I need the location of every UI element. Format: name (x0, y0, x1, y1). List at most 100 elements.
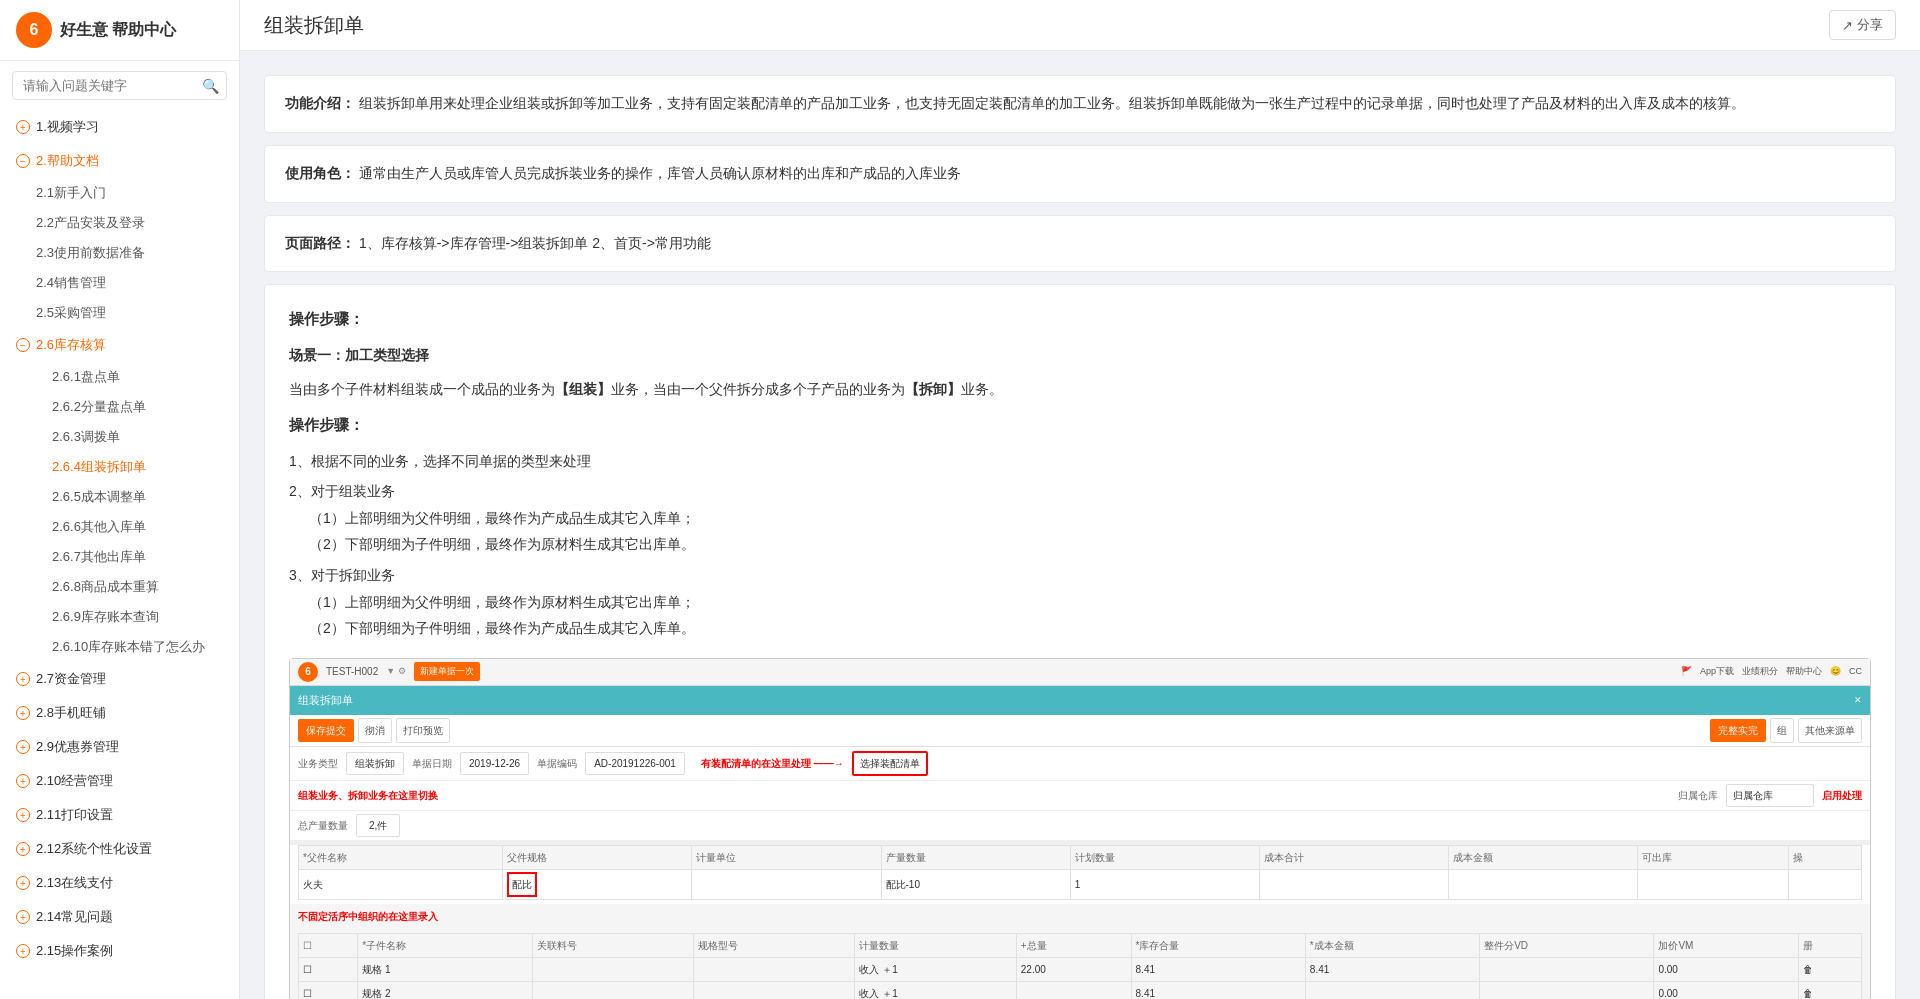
cell-r1-check: ☐ (299, 957, 358, 981)
sidebar-item-ops[interactable]: + 2.10经营管理 (0, 764, 239, 798)
sidebar-item-split[interactable]: 2.6.2分量盘点单 (0, 392, 239, 422)
search-box[interactable]: 🔍 (12, 71, 227, 100)
col-child-split: 整件分VD (1480, 933, 1654, 957)
step1: 1、根据不同的业务，选择不同单据的类型来处理 (289, 448, 1871, 475)
cell-r1-name: 规格 1 (358, 957, 532, 981)
sidebar-item-sales[interactable]: 2.4销售管理 (0, 268, 239, 298)
sidebar-item-otherout[interactable]: 2.6.7其他出库单 (0, 542, 239, 572)
table-row: ☐ 规格 2 收入 ＋1 8.41 0.00 🗑 (299, 981, 1862, 999)
screenshot-date-value: 2019-12-26 (460, 752, 529, 775)
collapse-icon: − (16, 154, 30, 168)
screenshot-annotation3: 组装业务、拆卸业务在这里切换 (298, 786, 438, 805)
expand-icon: + (16, 120, 30, 134)
page-title: 组装拆卸单 (264, 12, 364, 39)
sidebar-item-coupon[interactable]: + 2.9优惠券管理 (0, 730, 239, 764)
screenshot-type-value: 组装拆卸 (346, 752, 404, 775)
col-parent-plan: 计划数量 (1070, 845, 1259, 869)
screenshot-warehouse-value: 归属仓库 (1726, 784, 1814, 807)
sidebar-item-custom[interactable]: + 2.12系统个性化设置 (0, 832, 239, 866)
sidebar-item-print[interactable]: + 2.11打印设置 (0, 798, 239, 832)
cell-r2-stock: 8.41 (1131, 981, 1305, 999)
expand-icon-print: + (16, 808, 30, 822)
cell-parent-available (1638, 869, 1789, 899)
screenshot-titlebar: 组装拆卸单 ✕ (290, 686, 1870, 715)
cell-parent-qty: 配比-10 (881, 869, 1070, 899)
col-parent-spec: 父件规格 (503, 845, 692, 869)
search-input[interactable] (12, 71, 227, 100)
screenshot-annotation1: 有装配清单的在这里处理 ——→ (701, 754, 844, 773)
screenshot-annotation4: 启用处理 (1822, 786, 1862, 805)
sidebar-item-adjust[interactable]: 2.6.3调拨单 (0, 422, 239, 452)
col-child-spec: 规格型号 (693, 933, 854, 957)
screenshot-annotation5: 不固定活序中组织的在这里录入 (298, 904, 1862, 929)
sidebar-item-otherin[interactable]: 2.6.6其他入库单 (0, 512, 239, 542)
screenshot-actions: 保存提交 彻消 打印预览 完整实完 组 其他来源单 (290, 715, 1870, 747)
screenshot-newbtn: 新建单据一次 (414, 662, 480, 681)
cell-parent-unit (692, 869, 881, 899)
sidebar-item-docs[interactable]: − 2.帮助文档 (0, 144, 239, 178)
expand-icon-coupon: + (16, 740, 30, 754)
col-parent-cost-total: 成本合计 (1259, 845, 1448, 869)
sidebar-item-finance[interactable]: + 2.7资金管理 (0, 662, 239, 696)
collapse-icon-inventory: − (16, 338, 30, 352)
sidebar-item-video[interactable]: + 1.视频学习 (0, 110, 239, 144)
cell-r1-stock: 8.41 (1131, 957, 1305, 981)
sidebar-item-costrecalc[interactable]: 2.6.8商品成本重算 (0, 572, 239, 602)
screenshot-qty-row: 总产量数量 2,件 (290, 811, 1870, 841)
sidebar-item-payment[interactable]: + 2.13在线支付 (0, 866, 239, 900)
search-icon[interactable]: 🔍 (202, 78, 219, 94)
expand-icon-payment: + (16, 876, 30, 890)
screenshot-qty-label: 总产量数量 (298, 816, 348, 835)
col-child-check: ☐ (299, 933, 358, 957)
sidebar-item-cases[interactable]: + 2.15操作案例 (0, 934, 239, 968)
sidebar-item-purchase[interactable]: 2.5采购管理 (0, 298, 239, 328)
sidebar-header: 6 好生意 帮助中心 (0, 0, 239, 61)
cell-r2-spec (693, 981, 854, 999)
path-title: 页面路径： (285, 235, 355, 251)
cell-r1-cost: 8.41 (1305, 957, 1479, 981)
cell-r1-markup: 0.00 (1654, 957, 1799, 981)
ops-steps-title: 操作步骤： (289, 411, 1871, 440)
share-icon: ↗ (1842, 18, 1853, 33)
screenshot-annotation2: 选择装配清单 (852, 751, 928, 776)
cell-r1-partno (532, 957, 693, 981)
screenshot-extra2: 其他来源单 (1798, 718, 1862, 743)
col-parent-qty: 产量数量 (881, 845, 1070, 869)
expand-icon-mobile: + (16, 706, 30, 720)
sidebar-item-mobile[interactable]: + 2.8手机旺铺 (0, 696, 239, 730)
col-parent-unit: 计量单位 (692, 845, 881, 869)
screenshot-form: 业务类型 组装拆卸 单据日期 2019-12-26 单据编码 AD-201912… (290, 747, 1870, 781)
expand-icon-ops: + (16, 774, 30, 788)
sidebar-item-stocktake[interactable]: 2.6.1盘点单 (0, 362, 239, 392)
col-parent-name: *父件名称 (299, 845, 503, 869)
cell-r2-qty: 收入 ＋1 (855, 981, 1016, 999)
col-child-markup: 加价VM (1654, 933, 1799, 957)
screenshot-extra1: 组 (1770, 718, 1794, 743)
col-child-partno: 关联料号 (532, 933, 693, 957)
sidebar-item-assembly[interactable]: 2.6.4组装拆卸单 (0, 452, 239, 482)
table-row: 火夫 配比 配比-10 1 (299, 869, 1862, 899)
cell-parent-plan: 1 (1070, 869, 1259, 899)
cell-r2-check: ☐ (299, 981, 358, 999)
sidebar-item-newcomer[interactable]: 2.1新手入门 (0, 178, 239, 208)
screenshot-bottom-table: 不固定活序中组织的在这里录入 ☐ *子件名称 关联料号 规格型号 计量数量 +总… (290, 904, 1870, 999)
intro-title: 功能介绍： (285, 95, 355, 111)
table-row: ☐ 规格 1 收入 ＋1 22.00 8.41 8.41 0.00 🗑 (299, 957, 1862, 981)
ops-title: 操作步骤： (289, 305, 1871, 334)
path-block: 页面路径： 1、库存核算->库存管理->组装拆卸单 2、首页->常用功能 (264, 215, 1896, 273)
sidebar-item-ledgererr[interactable]: 2.6.10库存账本错了怎么办 (0, 632, 239, 662)
sidebar-item-faq[interactable]: + 2.14常见问题 (0, 900, 239, 934)
sidebar-item-inventory[interactable]: − 2.6库存核算 (0, 328, 239, 362)
sidebar-item-costadj[interactable]: 2.6.5成本调整单 (0, 482, 239, 512)
sidebar-item-install[interactable]: 2.2产品安装及登录 (0, 208, 239, 238)
step2: 2、对于组装业务 (289, 478, 1871, 505)
share-button[interactable]: ↗ 分享 (1829, 10, 1896, 40)
cell-parent-cost-amt (1448, 869, 1637, 899)
expand-icon-custom: + (16, 842, 30, 856)
sidebar-item-data[interactable]: 2.3使用前数据准备 (0, 238, 239, 268)
screenshot-logo: 6 (298, 662, 318, 682)
col-child-stock: *库存合量 (1131, 933, 1305, 957)
col-parent-available: 可出库 (1638, 845, 1789, 869)
sidebar-item-ledger[interactable]: 2.6.9库存账本查询 (0, 602, 239, 632)
screenshot-icons: 🚩App下载业绩积分帮助中心😊CC (1681, 663, 1862, 680)
